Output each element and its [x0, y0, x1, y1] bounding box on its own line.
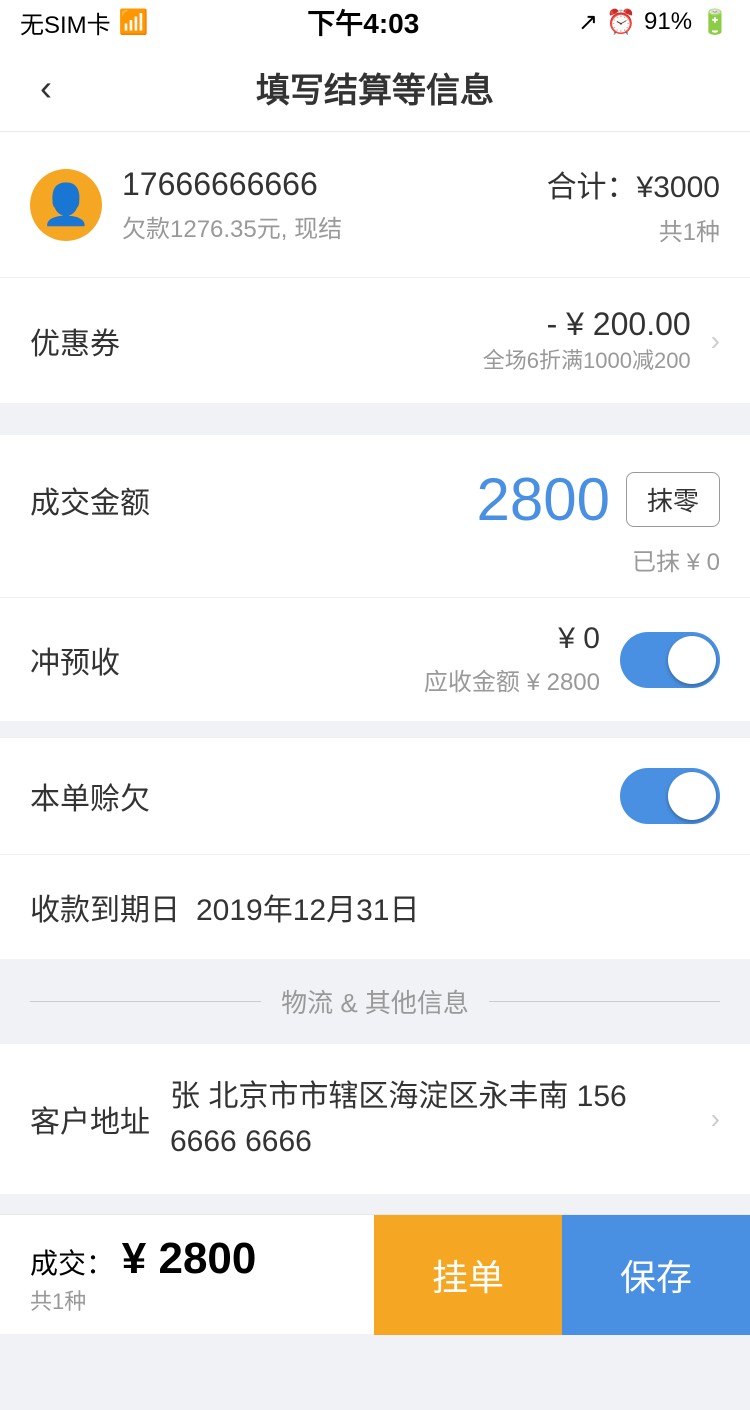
no-sim-label: 无SIM卡 — [20, 5, 111, 40]
customer-section: 👤 17666666666 欠款1276.35元, 现结 合计：¥3000 共1… — [0, 132, 750, 403]
coupon-row[interactable]: 优惠券 - ¥ 200.00 全场6折满1000减200 › — [0, 277, 750, 403]
pre-collect-section: 冲预收 ¥ 0 应收金额 ¥ 2800 — [0, 597, 750, 721]
due-row: 收款到期日 2019年12月31日 — [30, 885, 720, 929]
location-icon: ↗ — [578, 8, 598, 37]
section-divider-1 — [0, 419, 750, 435]
debit-section: 本单赊欠 — [0, 737, 750, 854]
due-date-value: 2019年12月31日 — [196, 885, 419, 929]
pre-collect-amount: ¥ 0 — [424, 622, 600, 656]
bottom-deal-label-row: 成交： ¥ 2800 — [30, 1234, 344, 1284]
total-count: 共1种 — [547, 212, 720, 247]
bottom-bar: 成交： ¥ 2800 共1种 挂单 保存 — [0, 1214, 750, 1334]
pre-collect-amount-wrap: ¥ 0 应收金额 ¥ 2800 — [424, 622, 600, 697]
round-zero-button[interactable]: 抹零 — [626, 472, 720, 527]
address-label: 客户地址 — [30, 1097, 150, 1141]
customer-phone: 17666666666 — [122, 166, 547, 203]
logistics-line-right — [489, 1001, 720, 1002]
status-time: 下午4:03 — [307, 2, 419, 42]
debit-toggle[interactable] — [620, 768, 720, 824]
coupon-discount: - ¥ 200.00 — [483, 306, 691, 343]
battery-icon: 🔋 — [700, 8, 730, 37]
save-button[interactable]: 保存 — [562, 1215, 750, 1335]
deal-sub-text: 已抹 ¥ 0 — [30, 542, 720, 577]
status-bar: 无SIM卡 📶 下午4:03 ↗ ⏰ 91% 🔋 — [0, 0, 750, 44]
status-left: 无SIM卡 📶 — [20, 5, 149, 40]
status-right: ↗ ⏰ 91% 🔋 — [578, 8, 730, 37]
chevron-right-icon: › — [711, 325, 720, 357]
bottom-deal-count: 共1种 — [30, 1284, 344, 1316]
back-button[interactable]: ‹ — [30, 57, 62, 119]
avatar-icon: 👤 — [41, 181, 91, 228]
logistics-line-left — [30, 1001, 261, 1002]
logistics-text: 物流 & 其他信息 — [261, 983, 489, 1020]
bottom-deal-amount: ¥ 2800 — [122, 1234, 257, 1283]
section-divider-2 — [0, 721, 750, 737]
address-chevron-icon: › — [711, 1103, 720, 1135]
deal-value-area: 2800 抹零 — [477, 465, 721, 534]
address-section[interactable]: 客户地址 张 北京市市辖区海淀区永丰南 156 6666 6666 › — [0, 1044, 750, 1194]
toggle-knob — [668, 636, 716, 684]
pre-collect-right: ¥ 0 应收金额 ¥ 2800 — [424, 622, 720, 697]
due-date-label: 收款到期日 — [30, 885, 180, 929]
customer-row: 👤 17666666666 欠款1276.35元, 现结 合计：¥3000 共1… — [0, 132, 750, 277]
avatar: 👤 — [30, 169, 102, 241]
customer-total: 合计：¥3000 共1种 — [547, 162, 720, 247]
wifi-icon: 📶 — [119, 8, 149, 37]
battery-level: 91% — [644, 8, 692, 36]
coupon-detail: 全场6折满1000减200 — [483, 343, 691, 375]
debit-toggle-knob — [668, 772, 716, 820]
customer-info: 17666666666 欠款1276.35元, 现结 — [122, 166, 547, 244]
address-value: 张 北京市市辖区海淀区永丰南 156 6666 6666 — [170, 1074, 701, 1164]
deal-row: 成交金额 2800 抹零 — [30, 465, 720, 534]
pre-collect-label: 冲预收 — [30, 638, 120, 682]
bottom-deal-label: 成交： — [30, 1248, 114, 1279]
coupon-right: - ¥ 200.00 全场6折满1000减200 › — [483, 306, 720, 375]
pre-collect-sub: 应收金额 ¥ 2800 — [424, 662, 600, 697]
pending-button[interactable]: 挂单 — [374, 1215, 562, 1335]
alarm-icon: ⏰ — [606, 8, 636, 37]
debit-label: 本单赊欠 — [30, 774, 150, 818]
page-title: 填写结算等信息 — [256, 63, 494, 112]
bottom-deal-info: 成交： ¥ 2800 共1种 — [0, 1234, 374, 1316]
coupon-label: 优惠券 — [30, 319, 483, 363]
deal-amount-section: 成交金额 2800 抹零 已抹 ¥ 0 — [0, 435, 750, 597]
deal-amount-number: 2800 — [477, 465, 610, 534]
deal-amount-label: 成交金额 — [30, 478, 150, 522]
nav-bar: ‹ 填写结算等信息 — [0, 44, 750, 132]
pre-collect-toggle[interactable] — [620, 632, 720, 688]
customer-subtitle: 欠款1276.35元, 现结 — [122, 209, 547, 244]
logistics-divider: 物流 & 其他信息 — [0, 959, 750, 1044]
total-amount: 合计：¥3000 — [547, 162, 720, 206]
pre-collect-row: 冲预收 ¥ 0 应收金额 ¥ 2800 — [30, 622, 720, 697]
due-date-section: 收款到期日 2019年12月31日 — [0, 854, 750, 959]
